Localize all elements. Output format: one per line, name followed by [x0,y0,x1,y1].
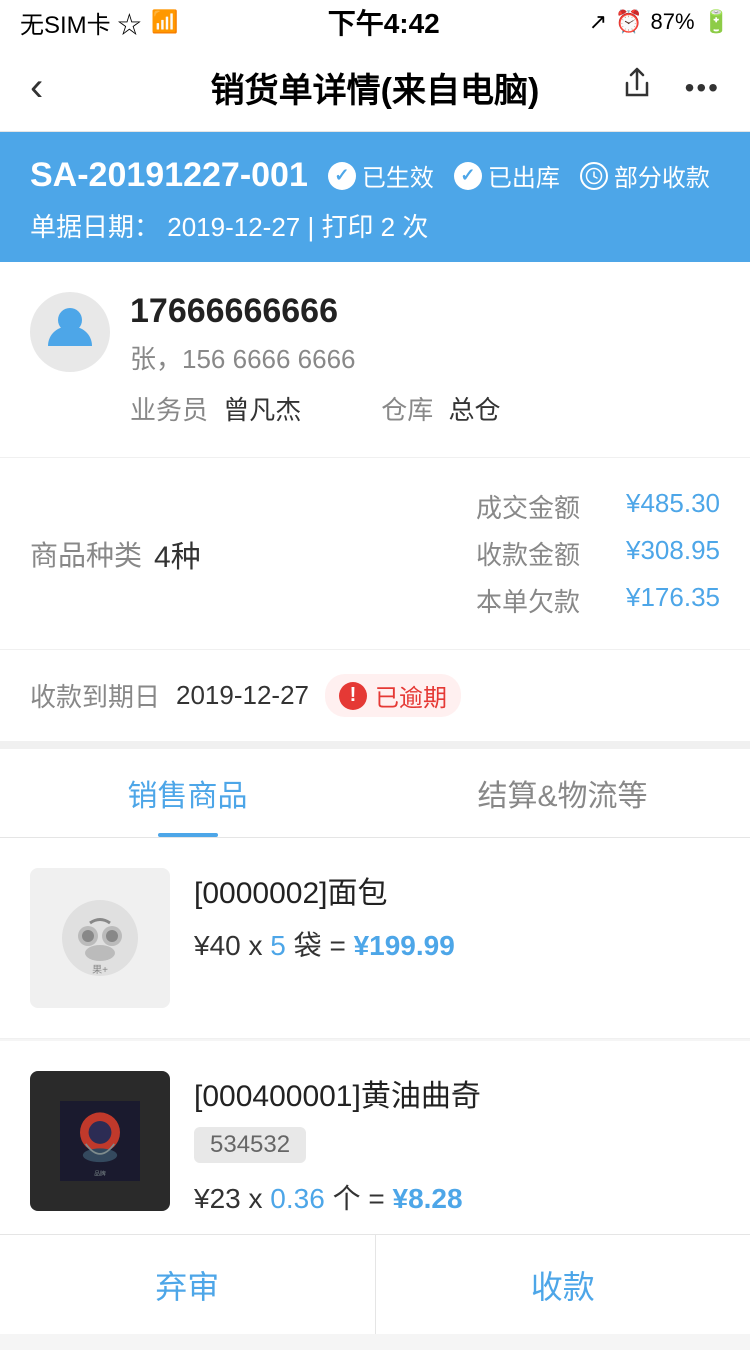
warehouse-value: 总仓 [449,395,501,425]
sim-status: 无SIM卡 ☆ [20,5,141,40]
product-sku-2: 534532 [194,1127,306,1163]
status-left: 无SIM卡 ☆ 📶 [20,5,179,40]
product-item: 果+ [0000002]面包 ¥40 x 5 袋 = ¥199.99 [0,838,750,1039]
total-1: ¥199.99 [354,930,455,961]
received-row: 收款金额 ¥308.95 [476,535,720,572]
products-section: 果+ [0000002]面包 ¥40 x 5 袋 = ¥199.99 [0,838,750,1248]
product-item-2: 品牌 [000400001]黄油曲奇 534532 ¥23 x 0.36 个 =… [0,1041,750,1248]
quantity-2: 0.36 [270,1183,325,1214]
nav-actions: ••• [619,65,720,110]
stats-amounts: 成交金额 ¥485.30 收款金额 ¥308.95 本单欠款 ¥176.35 [375,488,720,619]
stats-section: 商品种类 4种 成交金额 ¥485.30 收款金额 ¥308.95 本单欠款 ¥… [0,458,750,650]
status-right: ↗ ⏰ 87% 🔋 [589,9,730,35]
type-value: 4种 [154,532,201,576]
confirm-button[interactable]: 收款 [375,1235,750,1334]
customer-username: 17666666666 [130,292,720,331]
page-title: 销货单详情(来自电脑) [211,63,540,112]
received-label: 收款金额 [476,535,580,572]
product-info-2: [000400001]黄油曲奇 534532 ¥23 x 0.36 个 = ¥8… [194,1071,720,1217]
status-bar: 无SIM卡 ☆ 📶 下午4:42 ↗ ⏰ 87% 🔋 [0,0,750,44]
badge-effective: ✓ 已生效 [328,158,434,193]
customer-meta: 业务员 曾凡杰 仓库 总仓 [130,390,720,427]
customer-info: 17666666666 张，156 6666 6666 业务员 曾凡杰 仓库 总… [130,292,720,427]
share-button[interactable] [619,65,655,110]
quantity-1: 5 [270,930,286,961]
order-date: 2019-12-27 [167,212,300,242]
more-button[interactable]: ••• [685,72,720,104]
check-icon-2: ✓ [454,162,482,190]
svg-text:果+: 果+ [92,964,108,976]
warehouse-label: 仓库 [381,395,433,425]
sales-label: 业务员 [130,395,208,425]
unit-price-2: ¥23 [194,1183,241,1214]
due-label: 收款到期日 [30,677,160,714]
badge-partial-payment: 部分收款 [580,158,710,193]
nav-bar: ‹ 销货单详情(来自电脑) ••• [0,44,750,132]
sales-meta: 业务员 曾凡杰 [130,390,301,427]
unit-1: 袋 [294,930,322,961]
check-icon-1: ✓ [328,162,356,190]
battery-level: 87% [651,9,695,35]
header-date-row: 单据日期： 2019-12-27 | 打印 2 次 [30,207,720,244]
product-image-1: 果+ [30,868,170,1008]
amount-label: 成交金额 [476,488,580,525]
customer-section: 17666666666 张，156 6666 6666 业务员 曾凡杰 仓库 总… [0,262,750,458]
wifi-icon: 📶 [151,9,178,35]
overdue-badge: ! 已逾期 [325,674,461,717]
battery-icon: 🔋 [703,9,730,35]
overdue-text: 已逾期 [375,678,447,713]
multiply-2: x [249,1183,271,1214]
product-image-2: 品牌 [30,1071,170,1211]
location-icon: ↗ [589,9,607,35]
product-price-row-2: ¥23 x 0.36 个 = ¥8.28 [194,1177,720,1217]
received-value: ¥308.95 [600,535,720,572]
product-name-1: [0000002]面包 [194,868,720,912]
tab-products[interactable]: 销售商品 [0,749,375,837]
back-button[interactable]: ‹ [30,65,43,110]
header-banner: SA-20191227-001 ✓ 已生效 ✓ 已出库 部分收款 单据日期： 2… [0,132,750,262]
warehouse-meta: 仓库 总仓 [381,390,500,427]
equals-2: = [368,1183,392,1214]
debt-value: ¥176.35 [600,582,720,619]
unit-2: 个 [333,1183,361,1214]
order-id: SA-20191227-001 [30,156,308,195]
clock-icon [580,162,608,190]
tabs-section: 销售商品 结算&物流等 [0,749,750,838]
due-section: 收款到期日 2019-12-27 ! 已逾期 [0,650,750,749]
sales-value: 曾凡杰 [223,395,301,425]
bottom-bar: 弃审 收款 [0,1234,750,1334]
cancel-button[interactable]: 弃审 [0,1235,375,1334]
debt-label: 本单欠款 [476,582,580,619]
due-date: 2019-12-27 [176,680,309,711]
tab-settlement[interactable]: 结算&物流等 [375,749,750,837]
amount-value: ¥485.30 [600,488,720,525]
multiply-1: x [249,930,271,961]
unit-price-1: ¥40 [194,930,241,961]
product-info-1: [0000002]面包 ¥40 x 5 袋 = ¥199.99 [194,868,720,964]
alarm-icon: ⏰ [615,9,642,35]
overdue-icon: ! [339,682,367,710]
stats-product-type: 商品种类 4种 [30,488,375,619]
print-info: | 打印 2 次 [307,212,428,242]
header-row1: SA-20191227-001 ✓ 已生效 ✓ 已出库 部分收款 [30,156,720,195]
type-label: 商品种类 [30,534,142,574]
customer-avatar [30,292,110,372]
debt-row: 本单欠款 ¥176.35 [476,582,720,619]
customer-contact: 张，156 6666 6666 [130,339,720,376]
total-2: ¥8.28 [393,1183,463,1214]
status-time: 下午4:42 [328,2,440,42]
product-name-2: [000400001]黄油曲奇 [194,1071,720,1115]
amount-row: 成交金额 ¥485.30 [476,488,720,525]
equals-1: = [329,930,353,961]
date-label: 单据日期： [30,212,160,242]
person-icon [44,300,96,364]
badge-shipped: ✓ 已出库 [454,158,560,193]
product-price-row-1: ¥40 x 5 袋 = ¥199.99 [194,924,720,964]
